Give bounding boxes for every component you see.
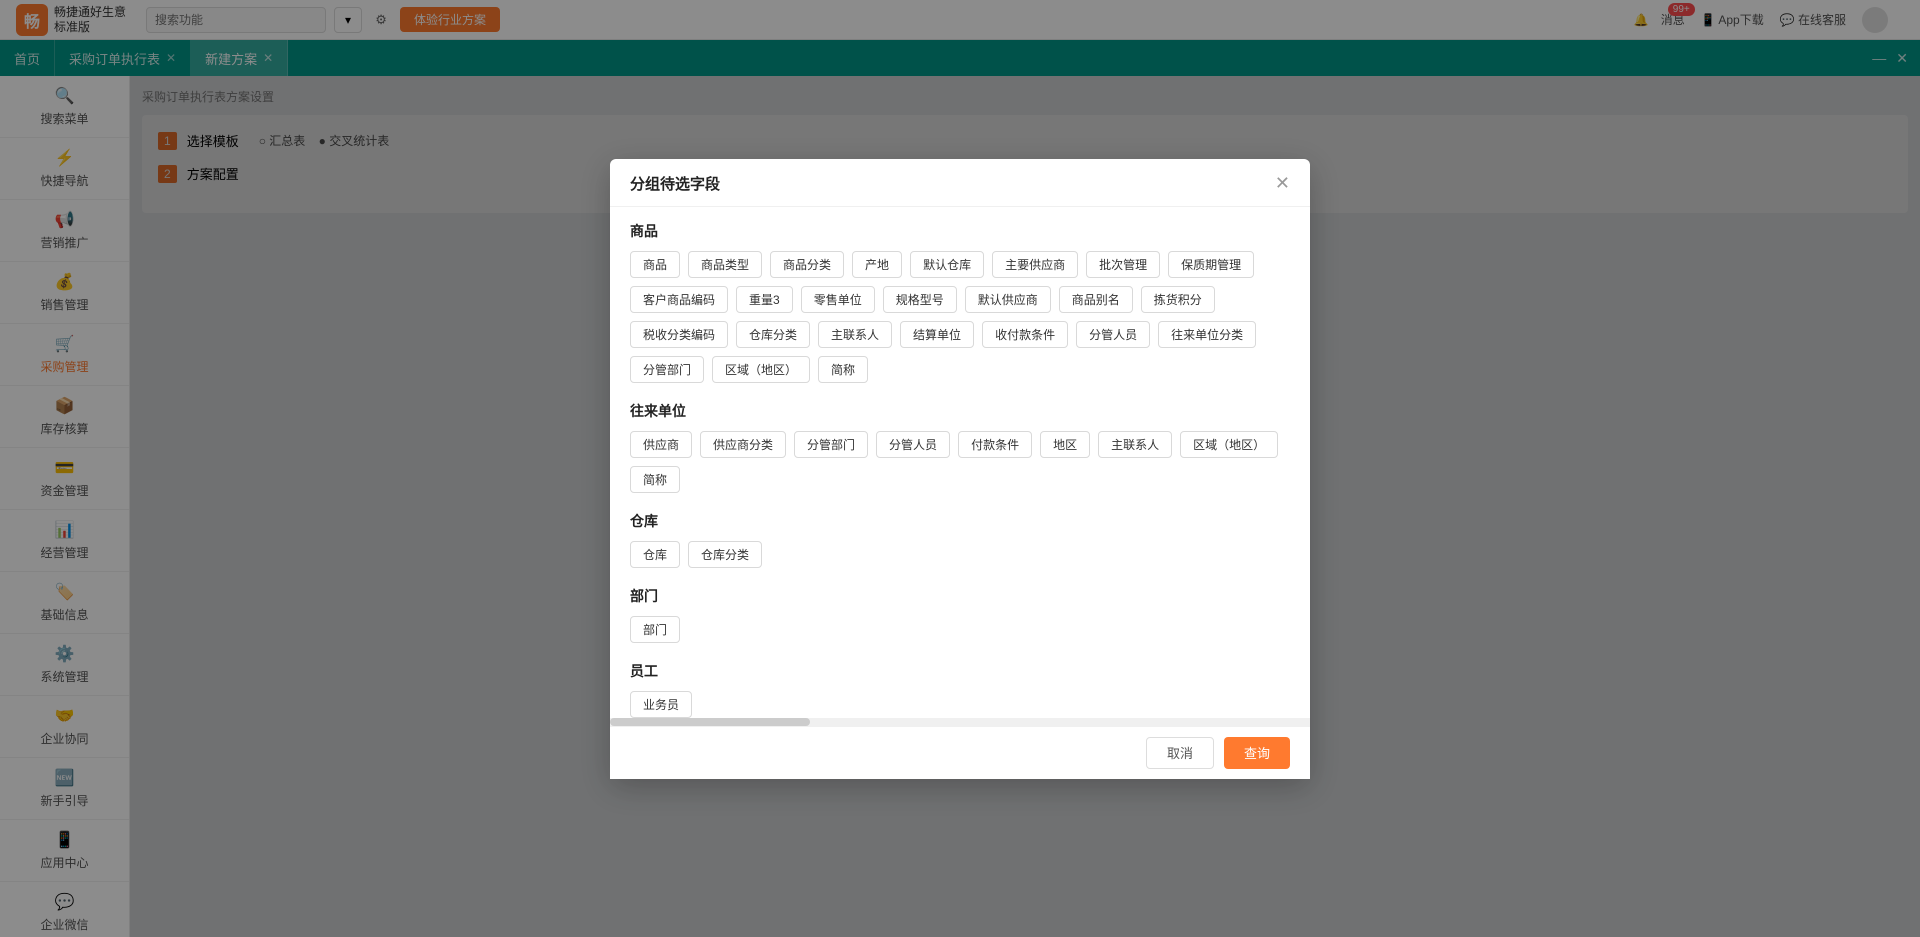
field-tag[interactable]: 分管人员 [876, 431, 950, 458]
field-tag[interactable]: 地区 [1040, 431, 1090, 458]
modal-overlay: 分组待选字段 ✕ 商品 商品 商品类型 商品分类 产地 默认仓库 主要供应商 批… [0, 0, 1920, 937]
field-tag[interactable]: 收付款条件 [982, 321, 1068, 348]
modal-title: 分组待选字段 [630, 173, 720, 194]
field-group-partner: 往来单位 供应商 供应商分类 分管部门 分管人员 付款条件 地区 主联系人 区域… [630, 401, 1290, 493]
field-tag[interactable]: 区域（地区） [1180, 431, 1278, 458]
field-list-partner: 供应商 供应商分类 分管部门 分管人员 付款条件 地区 主联系人 区域（地区） … [630, 431, 1290, 493]
field-tag[interactable]: 客户商品编码 [630, 286, 728, 313]
field-group-product: 商品 商品 商品类型 商品分类 产地 默认仓库 主要供应商 批次管理 保质期管理… [630, 221, 1290, 383]
modal-footer: 取消 查询 [610, 726, 1310, 779]
field-tag[interactable]: 业务员 [630, 691, 692, 718]
field-tag[interactable]: 批次管理 [1086, 251, 1160, 278]
field-list-warehouse: 仓库 仓库分类 [630, 541, 1290, 568]
field-list-employee: 业务员 [630, 691, 1290, 718]
field-tag[interactable]: 结算单位 [900, 321, 974, 348]
field-tag[interactable]: 主要供应商 [992, 251, 1078, 278]
field-group-warehouse: 仓库 仓库 仓库分类 [630, 511, 1290, 568]
field-tag[interactable]: 主联系人 [1098, 431, 1172, 458]
field-tag[interactable]: 分管部门 [630, 356, 704, 383]
field-tag[interactable]: 商品类型 [688, 251, 762, 278]
field-group-employee: 员工 业务员 [630, 661, 1290, 718]
field-group-department-title: 部门 [630, 586, 1290, 606]
field-tag[interactable]: 仓库分类 [736, 321, 810, 348]
field-tag[interactable]: 分管部门 [794, 431, 868, 458]
field-tag[interactable]: 仓库 [630, 541, 680, 568]
field-group-product-title: 商品 [630, 221, 1290, 241]
field-tag[interactable]: 产地 [852, 251, 902, 278]
field-tag[interactable]: 简称 [818, 356, 868, 383]
field-tag[interactable]: 默认仓库 [910, 251, 984, 278]
field-tag[interactable]: 供应商分类 [700, 431, 786, 458]
modal-body: 商品 商品 商品类型 商品分类 产地 默认仓库 主要供应商 批次管理 保质期管理… [610, 207, 1310, 718]
field-tag[interactable]: 商品别名 [1059, 286, 1133, 313]
field-tag[interactable]: 部门 [630, 616, 680, 643]
field-select-modal: 分组待选字段 ✕ 商品 商品 商品类型 商品分类 产地 默认仓库 主要供应商 批… [610, 159, 1310, 779]
field-tag[interactable]: 往来单位分类 [1158, 321, 1256, 348]
field-tag[interactable]: 保质期管理 [1168, 251, 1254, 278]
cancel-button[interactable]: 取消 [1146, 737, 1214, 769]
field-tag[interactable]: 零售单位 [801, 286, 875, 313]
confirm-button[interactable]: 查询 [1224, 737, 1290, 769]
field-tag[interactable]: 重量3 [736, 286, 793, 313]
field-tag[interactable]: 供应商 [630, 431, 692, 458]
modal-header: 分组待选字段 ✕ [610, 159, 1310, 207]
field-tag[interactable]: 分管人员 [1076, 321, 1150, 348]
field-group-department: 部门 部门 [630, 586, 1290, 643]
field-tag[interactable]: 简称 [630, 466, 680, 493]
field-group-partner-title: 往来单位 [630, 401, 1290, 421]
field-tag[interactable]: 仓库分类 [688, 541, 762, 568]
field-tag[interactable]: 商品分类 [770, 251, 844, 278]
field-list-product: 商品 商品类型 商品分类 产地 默认仓库 主要供应商 批次管理 保质期管理 客户… [630, 251, 1290, 383]
field-group-warehouse-title: 仓库 [630, 511, 1290, 531]
field-tag[interactable]: 区域（地区） [712, 356, 810, 383]
field-tag[interactable]: 主联系人 [818, 321, 892, 348]
field-tag[interactable]: 税收分类编码 [630, 321, 728, 348]
field-tag[interactable]: 规格型号 [883, 286, 957, 313]
field-tag[interactable]: 商品 [630, 251, 680, 278]
field-tag[interactable]: 默认供应商 [965, 286, 1051, 313]
field-tag[interactable]: 拣货积分 [1141, 286, 1215, 313]
modal-horizontal-scrollbar[interactable] [610, 718, 1310, 726]
field-tag[interactable]: 付款条件 [958, 431, 1032, 458]
field-list-department: 部门 [630, 616, 1290, 643]
modal-close-button[interactable]: ✕ [1275, 174, 1290, 192]
modal-hscroll-thumb [610, 718, 810, 726]
field-group-employee-title: 员工 [630, 661, 1290, 681]
